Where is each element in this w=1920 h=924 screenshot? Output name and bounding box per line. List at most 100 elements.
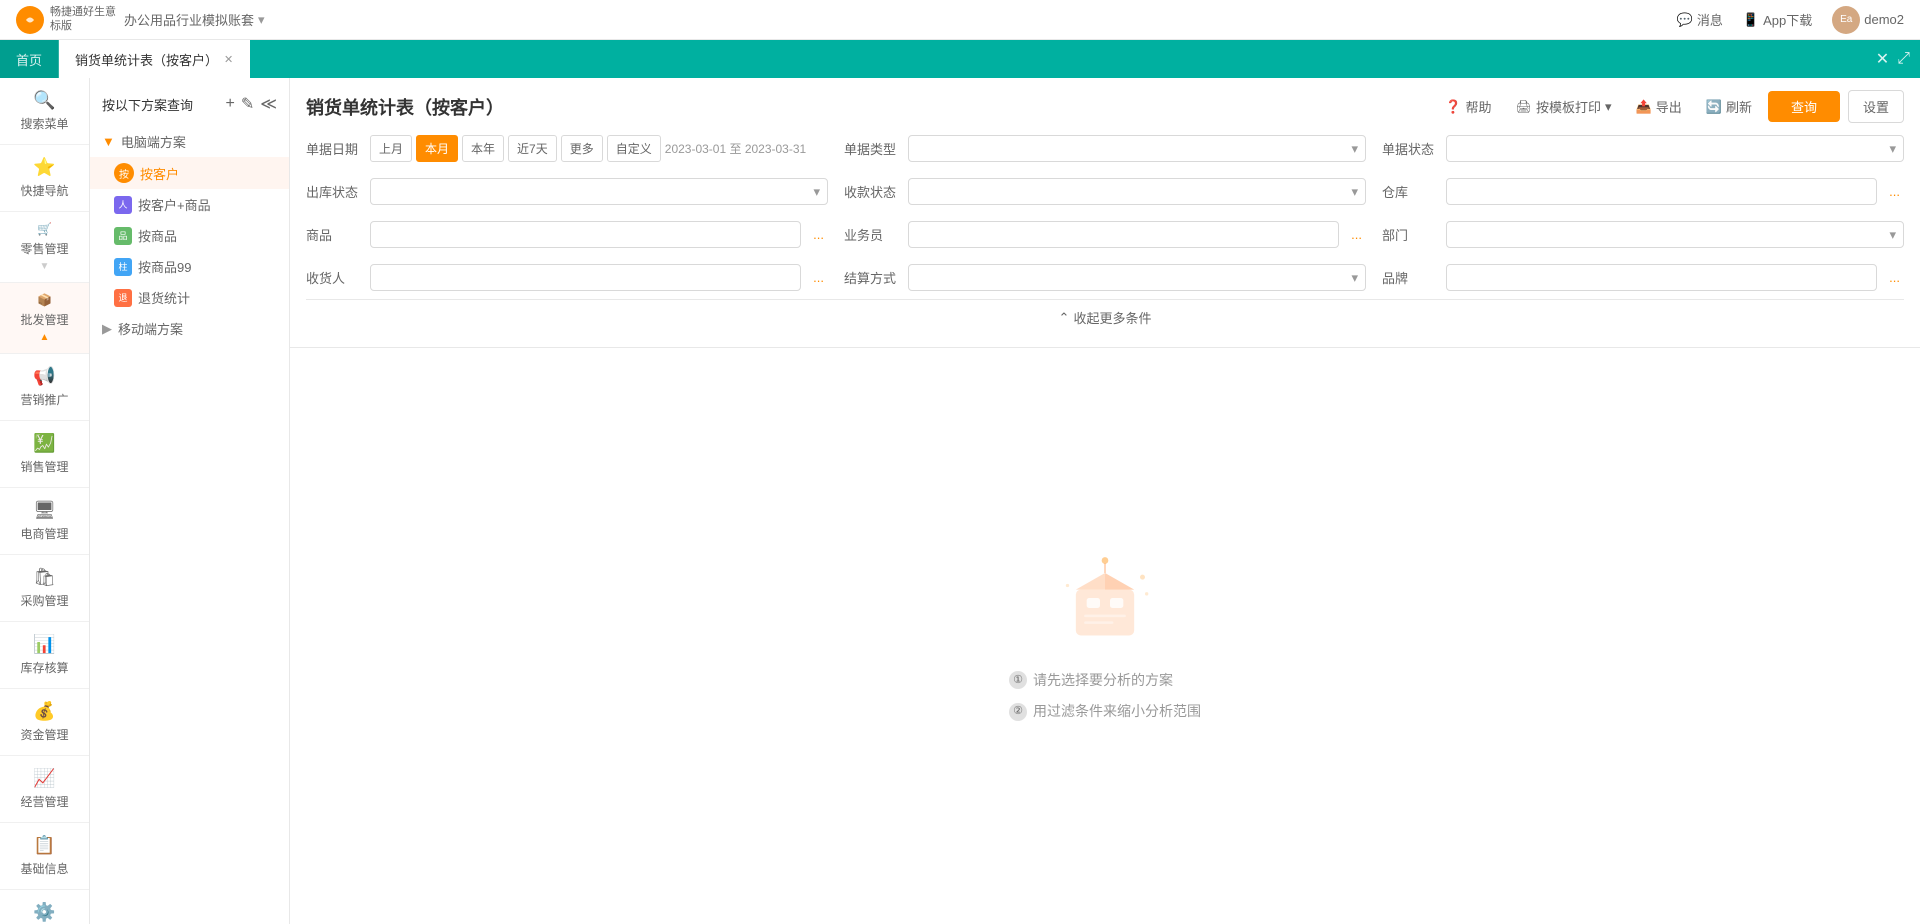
sidebar-item-purchase[interactable]: 🛍 采购管理 xyxy=(0,555,89,622)
tree-item-by-customer-product[interactable]: 人 按客户+商品 xyxy=(90,189,289,220)
brand-input[interactable] xyxy=(1446,264,1877,291)
sidebar-item-finance[interactable]: 💰 资金管理 xyxy=(0,689,89,756)
tree-item-by-product[interactable]: 品 按商品 xyxy=(90,220,289,251)
payment-status-wrap[interactable] xyxy=(908,178,1366,205)
sidebar-item-search[interactable]: 🔍 搜索菜单 xyxy=(0,78,89,145)
filter-row-4: 收货人 ... 结算方式 品牌 xyxy=(306,256,1904,299)
filter-cell-type: 单据类型 xyxy=(844,135,1366,162)
tab-maximize-btn[interactable]: ⤢ xyxy=(1897,50,1910,68)
warehouse-dots-btn[interactable]: ... xyxy=(1885,184,1904,199)
date-btn-7days[interactable]: 近7天 xyxy=(508,135,557,162)
filter-cell-staff: 业务员 ... xyxy=(844,221,1366,248)
print-btn[interactable]: 🖨 按模板打印 ▾ xyxy=(1508,93,1620,120)
export-icon: 📤 xyxy=(1636,99,1652,115)
edit-scheme-btn[interactable]: ✎ xyxy=(241,94,254,114)
wholesale-arrow: ▲ xyxy=(40,332,50,343)
sidebar-item-retail[interactable]: 🛒 零售管理 ▼ xyxy=(0,212,89,283)
sidebar-item-sales[interactable]: 💹 销售管理 xyxy=(0,421,89,488)
type-select-wrap[interactable] xyxy=(908,135,1366,162)
collapse-bar[interactable]: ⌃ 收起更多条件 xyxy=(306,299,1904,335)
staff-input[interactable] xyxy=(908,221,1339,248)
filter-cell-out-status: 出库状态 xyxy=(306,178,828,205)
inventory-icon: 📊 xyxy=(33,634,55,655)
settlement-wrap[interactable] xyxy=(908,264,1366,291)
filter-toolbar: ❓ 帮助 🖨 按模板打印 ▾ 📤 导出 🔄 xyxy=(1437,90,1904,123)
sidebar-item-basic[interactable]: 📋 基础信息 xyxy=(0,823,89,890)
app-download-btn[interactable]: 📱 App下载 xyxy=(1743,10,1812,29)
setting-button[interactable]: 设置 xyxy=(1848,90,1904,123)
message-btn[interactable]: 💬 消息 xyxy=(1677,10,1723,29)
date-btn-last-month[interactable]: 上月 xyxy=(370,135,412,162)
sidebar-item-ecommerce[interactable]: 🖥 电商管理 xyxy=(0,488,89,555)
hint-item-2: ② 用过滤条件来缩小分析范围 xyxy=(1009,699,1201,724)
add-scheme-btn[interactable]: + xyxy=(226,95,235,113)
status-label: 单据状态 xyxy=(1382,139,1438,158)
tree-mobile-section[interactable]: ▶ 移动端方案 xyxy=(90,313,289,344)
help-btn[interactable]: ❓ 帮助 xyxy=(1437,93,1499,120)
settlement-label: 结算方式 xyxy=(844,268,900,287)
sales-icon: 💹 xyxy=(33,433,55,454)
user-profile-btn[interactable]: Ea demo2 xyxy=(1832,6,1904,34)
status-select-wrap[interactable] xyxy=(1446,135,1904,162)
refresh-btn[interactable]: 🔄 刷新 xyxy=(1698,93,1760,120)
logo-area: 畅捷通好生意 标版 xyxy=(16,6,116,34)
type-select[interactable] xyxy=(908,135,1366,162)
content-area: 按以下方案查询 + ✎ ≪ ▼ 电脑端方案 按 按客户 人 按客户 xyxy=(90,78,1920,924)
filter-header: 销货单统计表（按客户） ❓ 帮助 🖨 按模板打印 ▾ 📤 xyxy=(306,90,1904,123)
department-wrap[interactable] xyxy=(1446,221,1904,248)
tab-close-btn[interactable]: ✕ xyxy=(224,53,233,66)
out-status-wrap[interactable] xyxy=(370,178,828,205)
tree-item-by-customer[interactable]: 按 按客户 xyxy=(90,157,289,189)
retail-arrow: ▼ xyxy=(40,261,50,272)
sidebar-item-operation[interactable]: 📈 经营管理 xyxy=(0,756,89,823)
filter-cell-warehouse: 仓库 ... xyxy=(1382,178,1904,205)
breadcrumb-arrow[interactable]: ▾ xyxy=(258,12,265,28)
sidebar-item-system[interactable]: ⚙️ 系统管理 xyxy=(0,890,89,924)
date-btn-custom[interactable]: 自定义 xyxy=(607,135,661,162)
panel-actions: + ✎ ≪ xyxy=(226,94,278,114)
sidebar-item-wholesale[interactable]: 📦 批发管理 ▲ xyxy=(0,283,89,354)
department-select[interactable] xyxy=(1446,221,1904,248)
date-range-text: 2023-03-01 至 2023-03-31 xyxy=(665,140,806,157)
payment-status-select[interactable] xyxy=(908,178,1366,205)
type-label: 单据类型 xyxy=(844,139,900,158)
tab-sales-stat[interactable]: 销货单统计表（按客户） ✕ xyxy=(59,40,250,78)
by-product-99-icon: 柱 xyxy=(114,258,132,276)
tab-home[interactable]: 首页 xyxy=(0,40,59,78)
refresh-icon: 🔄 xyxy=(1706,99,1722,115)
date-btn-this-year[interactable]: 本年 xyxy=(462,135,504,162)
tree-item-by-product-99[interactable]: 柱 按商品99 xyxy=(90,251,289,282)
purchase-icon: 🛍 xyxy=(33,567,56,588)
panel-header: 按以下方案查询 + ✎ ≪ xyxy=(90,86,289,122)
query-button[interactable]: 查询 xyxy=(1768,91,1840,122)
status-select[interactable] xyxy=(1446,135,1904,162)
filter-cell-date: 单据日期 上月 本月 本年 近7天 更多 自定义 2023-03-01 至 20… xyxy=(306,135,828,162)
breadcrumb[interactable]: 办公用品行业模拟账套 ▾ xyxy=(124,10,265,29)
tab-close-all-btn[interactable]: ✕ xyxy=(1876,49,1889,69)
settlement-select[interactable] xyxy=(908,264,1366,291)
tree-desktop-section[interactable]: ▼ 电脑端方案 xyxy=(90,126,289,157)
tree-mobile-expand-icon: ▶ xyxy=(102,321,112,337)
date-btn-more[interactable]: 更多 xyxy=(561,135,603,162)
recipient-input[interactable] xyxy=(370,264,801,291)
warehouse-input[interactable] xyxy=(1446,178,1877,205)
product-dots-btn[interactable]: ... xyxy=(809,227,828,242)
sidebar-item-inventory[interactable]: 📊 库存核算 xyxy=(0,622,89,689)
staff-label: 业务员 xyxy=(844,225,900,244)
ecommerce-icon: 🖥 xyxy=(33,500,56,521)
product-input[interactable] xyxy=(370,221,801,248)
staff-dots-btn[interactable]: ... xyxy=(1347,227,1366,242)
by-customer-icon: 按 xyxy=(114,163,134,183)
star-icon: ⭐ xyxy=(33,157,55,178)
recipient-dots-btn[interactable]: ... xyxy=(809,270,828,285)
sidebar-item-marketing[interactable]: 📢 营销推广 xyxy=(0,354,89,421)
export-btn[interactable]: 📤 导出 xyxy=(1628,93,1690,120)
date-btn-this-month[interactable]: 本月 xyxy=(416,135,458,162)
empty-area: ① 请先选择要分析的方案 ② 用过滤条件来缩小分析范围 xyxy=(290,348,1920,924)
collapse-up-icon: ⌃ xyxy=(1059,310,1070,326)
tree-item-refund-stat[interactable]: 退 退货统计 xyxy=(90,282,289,313)
brand-dots-btn[interactable]: ... xyxy=(1885,270,1904,285)
collapse-panel-btn[interactable]: ≪ xyxy=(260,94,277,114)
sidebar-item-quick-nav[interactable]: ⭐ 快捷导航 xyxy=(0,145,89,212)
out-status-select[interactable] xyxy=(370,178,828,205)
